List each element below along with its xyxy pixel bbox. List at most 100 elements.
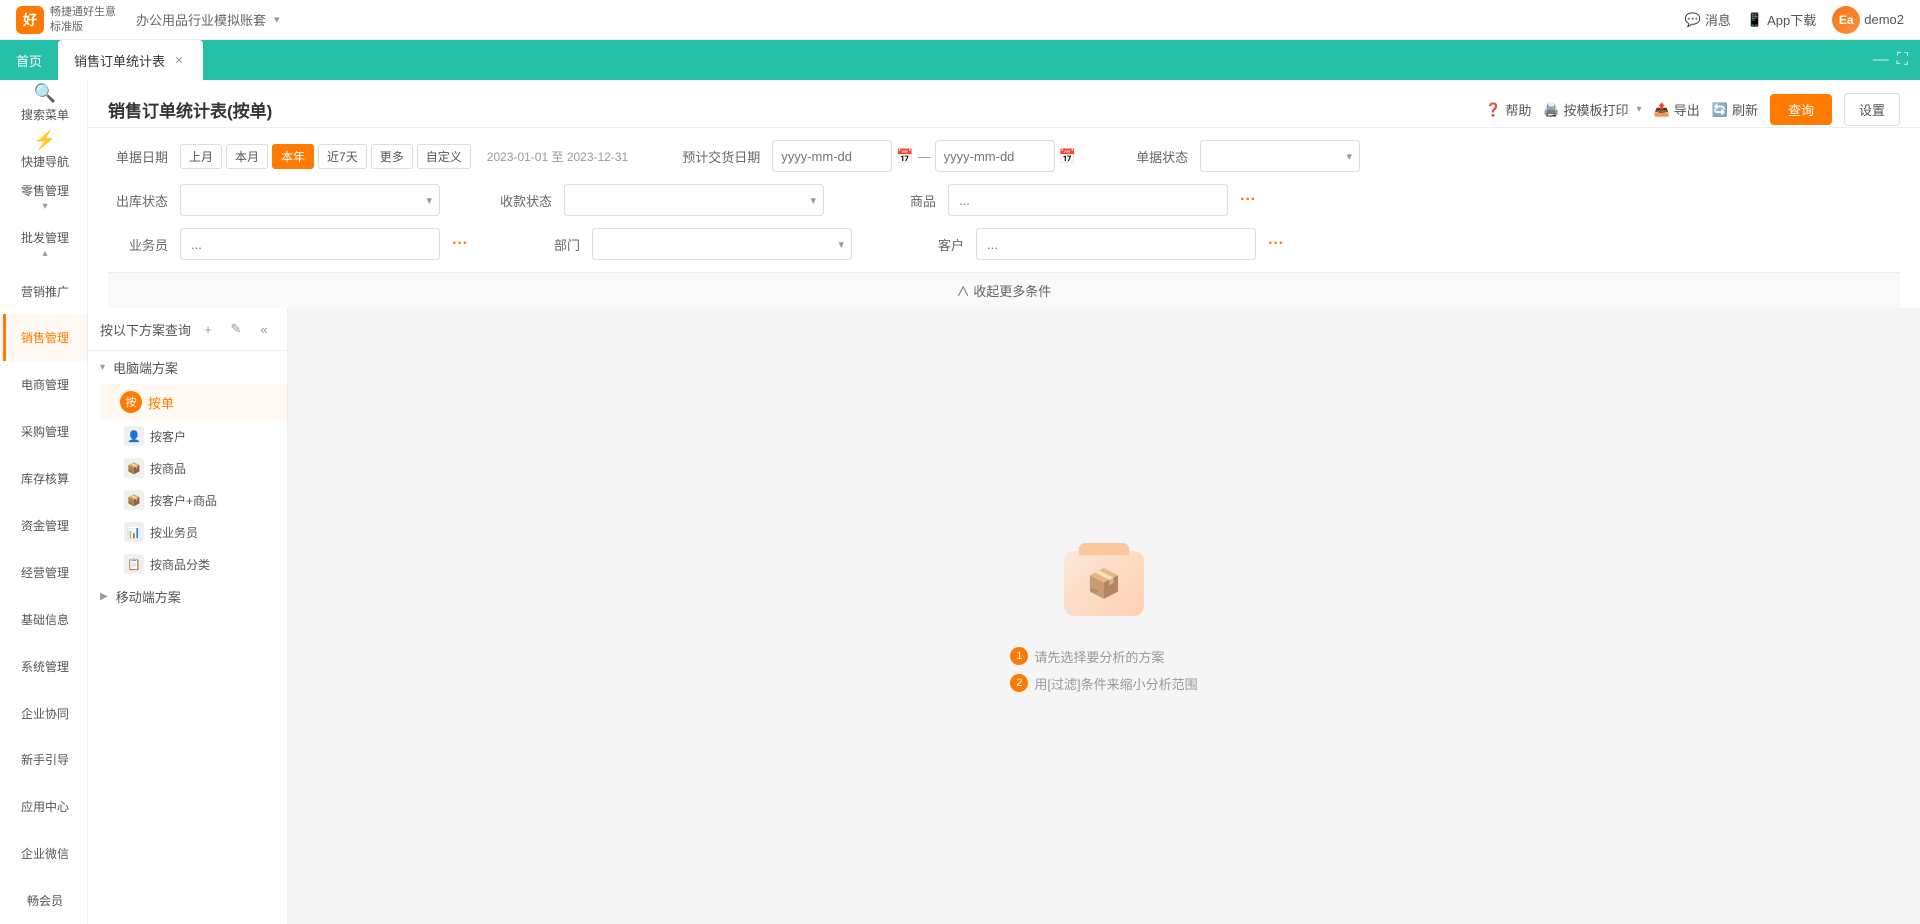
status-select[interactable]: [1200, 140, 1360, 172]
tree-item-by-category[interactable]: 📋 按商品分类: [100, 548, 287, 580]
calendar-icon-from[interactable]: 📅: [896, 148, 913, 165]
shipment-select-wrapper: ▾: [180, 184, 440, 216]
by-salesperson-icon: 📊: [124, 522, 144, 542]
calendar-icon-to[interactable]: 📅: [1059, 148, 1076, 165]
user-profile[interactable]: Ea demo2: [1832, 6, 1904, 34]
filter-row-date: 单据日期 上月 本月 本年 近7天 更多 自定义 2023-01-01 至 20…: [108, 128, 1900, 172]
by-customer-icon: 👤: [124, 426, 144, 446]
sidebar-item-new-guide[interactable]: 新手引导: [0, 736, 87, 783]
sidebar-item-quick-nav[interactable]: ⚡ 快捷导航: [0, 127, 87, 174]
shortcut-more[interactable]: 更多: [371, 144, 413, 169]
section-desktop[interactable]: ▾ 电脑端方案: [88, 351, 287, 384]
sidebar-item-inventory[interactable]: 库存核算: [0, 455, 87, 502]
shortcut-custom[interactable]: 自定义: [417, 144, 471, 169]
sidebar-item-member[interactable]: 畅会员: [0, 877, 87, 924]
shortcut-this-year[interactable]: 本年: [272, 144, 314, 169]
system-title: 办公用品行业模拟账套: [136, 10, 266, 29]
title-dropdown-arrow[interactable]: ▾: [274, 13, 280, 26]
dept-select[interactable]: [592, 228, 852, 260]
date-range-text: 2023-01-01 至 2023-12-31: [487, 148, 628, 165]
tab-home[interactable]: 首页: [0, 40, 58, 80]
query-button[interactable]: 查询: [1770, 94, 1832, 125]
sidebar-item-marketing[interactable]: 营销推广: [0, 268, 87, 315]
tree-item-by-order[interactable]: 按 按单: [100, 384, 287, 420]
main-layout: 🔍 搜索菜单 ⚡ 快捷导航 零售管理 ▾ 批发管理 ▴ 营销推广 销售管理 电商…: [0, 80, 1920, 924]
sidebar-item-search-menu[interactable]: 🔍 搜索菜单: [0, 80, 87, 127]
sidebar-item-corp-collab[interactable]: 企业协同: [0, 690, 87, 737]
sidebar-item-wholesale-mgmt[interactable]: 批发管理 ▴: [0, 221, 87, 268]
tree-item-by-customer[interactable]: 👤 按客户: [100, 420, 287, 452]
date-label: 单据日期: [108, 147, 168, 166]
sidebar-item-sales-mgmt[interactable]: 销售管理: [0, 314, 87, 361]
tree-desktop-items: 按 按单 👤 按客户 📦 按商品 📦 按客户+商品: [88, 384, 287, 580]
wholesale-arrow-icon: ▴: [42, 248, 47, 259]
help-icon: ❓: [1485, 102, 1501, 118]
collapse-scheme-icon[interactable]: «: [253, 318, 275, 340]
sidebar-item-finance[interactable]: 资金管理: [0, 502, 87, 549]
sidebar-item-purchase-mgmt[interactable]: 采购管理: [0, 408, 87, 455]
refresh-icon: 🔄: [1712, 102, 1728, 118]
help-button[interactable]: ❓ 帮助: [1485, 100, 1531, 119]
sidebar-item-basic-info[interactable]: 基础信息: [0, 596, 87, 643]
goods-label: 商品: [876, 191, 936, 210]
tree-item-by-customer-goods[interactable]: 📦 按客户+商品: [100, 484, 287, 516]
tree-item-by-salesperson[interactable]: 📊 按业务员: [100, 516, 287, 548]
sidebar-item-operations[interactable]: 经营管理: [0, 549, 87, 596]
receipt-select-wrapper: ▾: [564, 184, 824, 216]
collapse-bar[interactable]: ∧ 收起更多条件: [108, 272, 1900, 308]
right-content: 📦 1 请先选择要分析的方案 2 用[过滤]条件来缩小分析范围: [288, 308, 1920, 924]
customer-input[interactable]: [976, 228, 1256, 260]
left-panel-title: 按以下方案查询: [100, 320, 191, 339]
template-print-button[interactable]: 🖨️ 按模板打印 ▾: [1543, 100, 1641, 119]
sidebar-item-corp-wechat[interactable]: 企业微信: [0, 830, 87, 877]
receipt-select[interactable]: [564, 184, 824, 216]
print-icon: 🖨️: [1543, 102, 1559, 118]
filter-section: 单据日期 上月 本月 本年 近7天 更多 自定义 2023-01-01 至 20…: [88, 128, 1920, 308]
shipment-select[interactable]: [180, 184, 440, 216]
sidebar-item-sys-mgmt[interactable]: 系统管理: [0, 643, 87, 690]
salesperson-input[interactable]: [180, 228, 440, 260]
goods-input[interactable]: [948, 184, 1228, 216]
tab-sales-order-stats[interactable]: 销售订单统计表 ✕: [58, 40, 203, 80]
expected-date-from[interactable]: [772, 140, 892, 172]
goods-more-icon[interactable]: ···: [1240, 191, 1256, 209]
settings-button[interactable]: 设置: [1844, 93, 1900, 126]
section-mobile[interactable]: ▶ 移动端方案: [88, 580, 287, 613]
expected-date-to[interactable]: [935, 140, 1055, 172]
page-header-actions: ❓ 帮助 🖨️ 按模板打印 ▾ 📤 导出 🔄 刷新 查询 设置: [1485, 93, 1900, 126]
sidebar-item-app-center[interactable]: 应用中心: [0, 783, 87, 830]
hint-num-2: 2: [1010, 674, 1028, 692]
empty-state-text: 1 请先选择要分析的方案 2 用[过滤]条件来缩小分析范围: [1010, 647, 1197, 701]
quick-nav-icon: ⚡: [34, 130, 56, 151]
by-order-icon: 按: [120, 391, 142, 413]
tab-close-icon[interactable]: ✕: [171, 52, 187, 68]
message-icon: 💬: [1685, 12, 1701, 28]
expected-date-label: 预计交货日期: [680, 147, 760, 166]
avatar: Ea: [1832, 6, 1860, 34]
tab-expand-icon[interactable]: ⛶: [1897, 51, 1908, 69]
sidebar-item-ecom-mgmt[interactable]: 电商管理: [0, 361, 87, 408]
dept-label: 部门: [520, 235, 580, 254]
tab-bar-actions: — ⛶: [1873, 51, 1920, 69]
shortcut-7days[interactable]: 近7天: [318, 144, 367, 169]
add-scheme-icon[interactable]: +: [197, 318, 219, 340]
export-button[interactable]: 📤 导出: [1654, 100, 1700, 119]
dept-select-wrapper: ▾: [592, 228, 852, 260]
shortcut-last-month[interactable]: 上月: [180, 144, 222, 169]
sidebar-item-retail-mgmt[interactable]: 零售管理 ▾: [0, 174, 87, 221]
by-goods-icon: 📦: [124, 458, 144, 478]
message-button[interactable]: 💬 消息: [1685, 10, 1731, 29]
content-area: 销售订单统计表(按单) ❓ 帮助 🖨️ 按模板打印 ▾ 📤 导出 🔄 刷新: [88, 80, 1920, 924]
tree-item-by-goods[interactable]: 📦 按商品: [100, 452, 287, 484]
tab-minimize-icon[interactable]: —: [1873, 51, 1889, 69]
shortcut-this-month[interactable]: 本月: [226, 144, 268, 169]
edit-scheme-icon[interactable]: ✎: [225, 318, 247, 340]
salesperson-more-icon[interactable]: ···: [452, 235, 468, 253]
app-download-icon: 📱: [1747, 12, 1763, 28]
customer-more-icon[interactable]: ···: [1268, 235, 1284, 253]
refresh-button[interactable]: 🔄 刷新: [1712, 100, 1758, 119]
by-category-icon: 📋: [124, 554, 144, 574]
left-panel-header: 按以下方案查询 + ✎ «: [88, 308, 287, 351]
filter-row-salesperson: 业务员 ··· 部门 ▾ 客户 ···: [108, 228, 1900, 260]
app-download-button[interactable]: 📱 App下载: [1747, 10, 1816, 29]
